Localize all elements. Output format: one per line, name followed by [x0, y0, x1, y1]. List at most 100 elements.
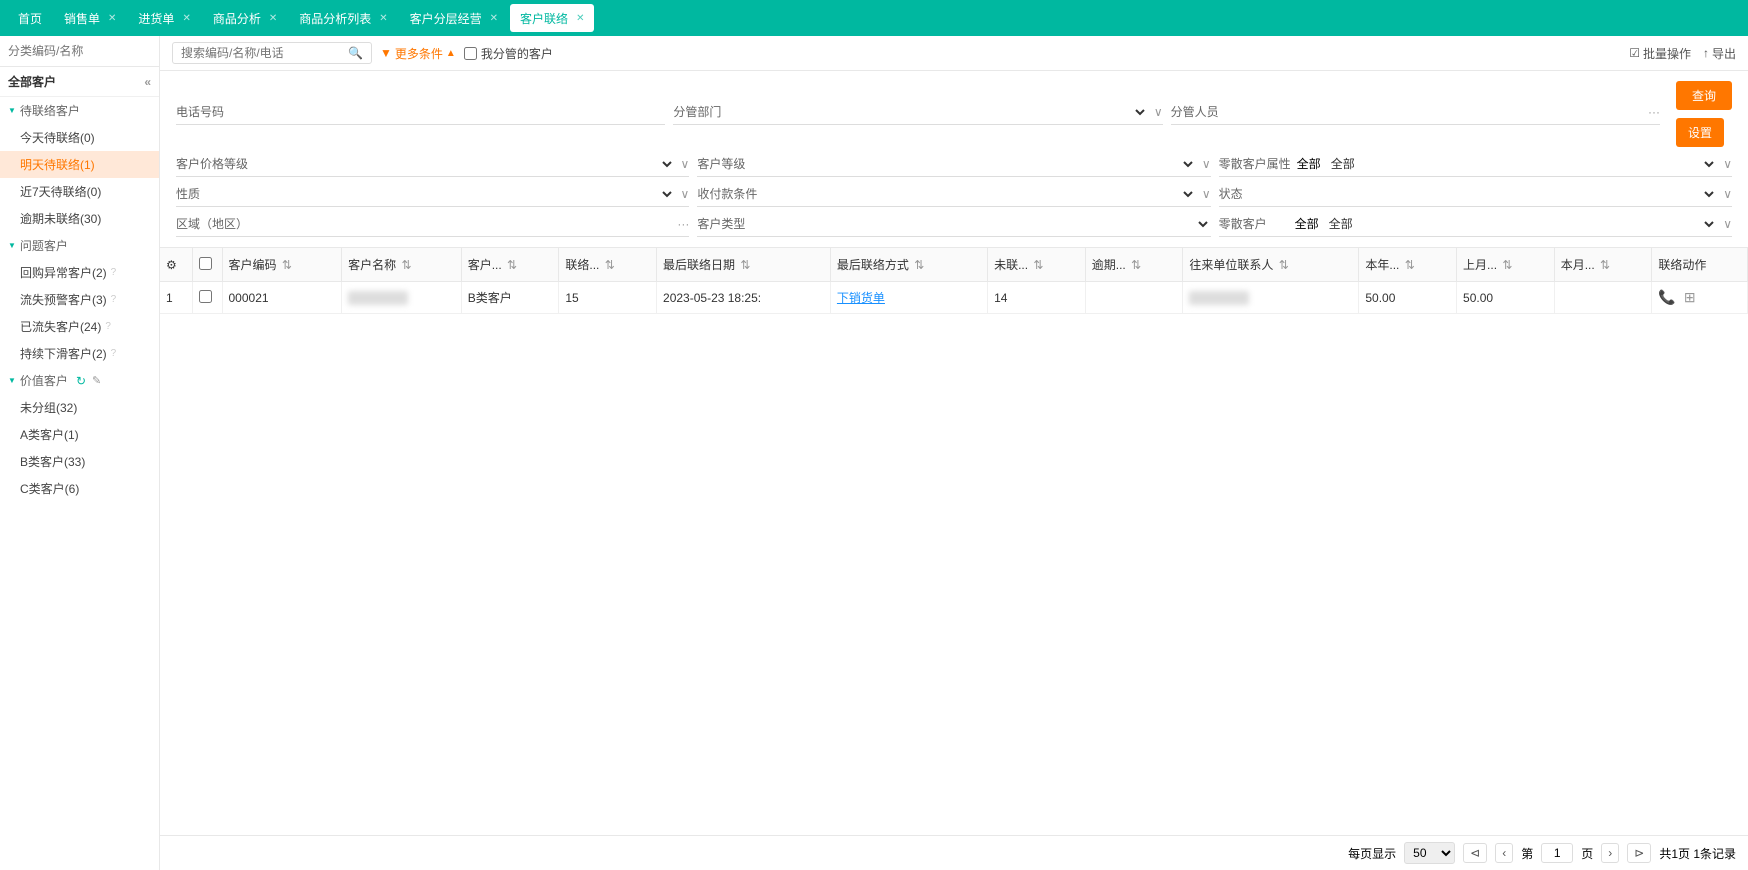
- filter-status-label: 状态: [1219, 185, 1289, 202]
- sidebar-item-ungrouped[interactable]: 未分组(32): [0, 394, 159, 421]
- dots-icon-1[interactable]: ···: [1648, 105, 1660, 119]
- my-customers-checkbox[interactable]: [464, 47, 477, 60]
- filter-dept-select[interactable]: [749, 104, 1148, 120]
- th-last-contact-method[interactable]: 最后联络方式 ⇅: [830, 248, 987, 282]
- th-last-contact-date[interactable]: 最后联络日期 ⇅: [657, 248, 831, 282]
- sidebar-item-tomorrow[interactable]: 明天待联络(1): [0, 151, 159, 178]
- sidebar-item-churn-warning[interactable]: 流失预警客户(3) ?: [0, 286, 159, 313]
- sidebar-item-tomorrow-label: 明天待联络(1): [20, 156, 95, 173]
- sidebar-item-ungrouped-label: 未分组(32): [20, 399, 77, 416]
- nav-product-analysis-list-close[interactable]: ✕: [379, 13, 387, 24]
- grid-icon[interactable]: ⊞: [1684, 289, 1696, 306]
- dots-icon-2[interactable]: ···: [677, 217, 689, 231]
- th-last-month[interactable]: 上月... ⇅: [1457, 248, 1555, 282]
- sidebar-item-churned[interactable]: 已流失客户(24) ?: [0, 313, 159, 340]
- value-refresh-icon[interactable]: ↻: [76, 374, 86, 388]
- nav-purchase[interactable]: 进货单 ✕: [128, 4, 200, 32]
- sidebar: 🔍 全部客户 « ▼ 待联络客户 今天待联络(0) 明天待联络(1) 近7天待联…: [0, 36, 160, 870]
- page-number-input[interactable]: [1541, 843, 1573, 863]
- th-name[interactable]: 客户名称 ⇅: [342, 248, 462, 282]
- chevron-up-icon: ▲: [446, 48, 456, 59]
- nav-customer-contact-close[interactable]: ✕: [576, 13, 584, 24]
- filter-price-level-select[interactable]: [254, 156, 675, 172]
- filter-phone-input[interactable]: [252, 105, 665, 119]
- filter-nature-select[interactable]: [252, 186, 675, 202]
- export-btn[interactable]: ↑ 导出: [1703, 45, 1736, 62]
- filter-retail-customer-value: 全部: [1295, 215, 1319, 232]
- nav-customer-tier[interactable]: 客户分层经营 ✕: [400, 4, 508, 32]
- top-nav: 首页 销售单 ✕ 进货单 ✕ 商品分析 ✕ 商品分析列表 ✕ 客户分层经营 ✕ …: [0, 0, 1748, 36]
- nav-sales[interactable]: 销售单 ✕: [54, 4, 126, 32]
- nav-purchase-label: 进货单: [138, 10, 174, 27]
- filter-retail-customer-select[interactable]: 全部: [1325, 216, 1718, 232]
- help-icon-3[interactable]: ?: [105, 321, 111, 332]
- table-container: ⚙ 客户编码 ⇅ 客户名称 ⇅ 客户... ⇅ 联络... ⇅ 最后联络日期 ⇅…: [160, 248, 1748, 835]
- nav-home[interactable]: 首页: [8, 4, 52, 32]
- help-icon-4[interactable]: ?: [111, 348, 117, 359]
- first-page-btn[interactable]: ⊲: [1463, 843, 1487, 863]
- nav-product-analysis[interactable]: 商品分析 ✕: [203, 4, 287, 32]
- th-code[interactable]: 客户编码 ⇅: [222, 248, 342, 282]
- toolbar-search-icon[interactable]: 🔍: [348, 46, 363, 60]
- value-edit-icon[interactable]: ✎: [92, 374, 101, 387]
- help-icon-1[interactable]: ?: [111, 267, 117, 278]
- filter-btn-label: 更多条件: [395, 45, 443, 62]
- batch-operation-btn[interactable]: ☑ 批量操作: [1629, 45, 1691, 62]
- th-this-month[interactable]: 本月... ⇅: [1554, 248, 1652, 282]
- nav-customer-tier-close[interactable]: ✕: [490, 13, 498, 24]
- filter-status-select[interactable]: [1295, 186, 1718, 202]
- sidebar-item-c-class[interactable]: C类客户(6): [0, 475, 159, 502]
- th-customer-type[interactable]: 客户... ⇅: [461, 248, 559, 282]
- nav-customer-contact[interactable]: 客户联络 ✕: [510, 4, 594, 32]
- th-this-year[interactable]: 本年... ⇅: [1359, 248, 1457, 282]
- filter-phone-label: 电话号码: [176, 103, 246, 120]
- filter-actions: 查询 设置: [1676, 81, 1732, 147]
- sidebar-item-today[interactable]: 今天待联络(0): [0, 124, 159, 151]
- call-icon[interactable]: 📞: [1658, 289, 1675, 306]
- th-overdue[interactable]: 逾期... ⇅: [1085, 248, 1183, 282]
- sort-name-icon: ⇅: [401, 258, 411, 272]
- collapse-icon[interactable]: «: [144, 75, 151, 89]
- query-btn[interactable]: 查询: [1676, 81, 1732, 110]
- help-icon-2[interactable]: ?: [111, 294, 117, 305]
- filter-person-input[interactable]: [1247, 105, 1642, 119]
- nav-purchase-close[interactable]: ✕: [182, 13, 190, 24]
- toolbar-search-input[interactable]: [181, 46, 344, 60]
- sidebar-search-input[interactable]: [8, 44, 160, 58]
- sidebar-item-7days[interactable]: 近7天待联络(0): [0, 178, 159, 205]
- prev-page-btn[interactable]: ‹: [1495, 843, 1513, 863]
- last-page-btn[interactable]: ⊳: [1627, 843, 1651, 863]
- filter-payment: 收付款条件 ∨: [697, 185, 1210, 207]
- filter-customer-type-select[interactable]: [773, 216, 1210, 232]
- sidebar-item-b-class[interactable]: B类客户(33): [0, 448, 159, 475]
- filter-more-btn[interactable]: ▼ 更多条件 ▲: [380, 45, 456, 62]
- contact-method-link[interactable]: 下销货单: [837, 291, 885, 305]
- filter-icon: ▼: [380, 46, 392, 60]
- sidebar-item-declining[interactable]: 持续下滑客户(2) ?: [0, 340, 159, 367]
- sidebar-item-a-class[interactable]: A类客户(1): [0, 421, 159, 448]
- per-page-label: 每页显示: [1348, 845, 1396, 862]
- th-contact-count[interactable]: 联络... ⇅: [559, 248, 657, 282]
- filter-customer-level-select[interactable]: [773, 156, 1196, 172]
- row-checkbox[interactable]: [199, 290, 212, 303]
- th-uncontact[interactable]: 未联... ⇅: [988, 248, 1086, 282]
- per-page-select[interactable]: 50 100 200: [1404, 842, 1455, 864]
- td-action: 📞 ⊞: [1652, 282, 1748, 314]
- sidebar-item-repurchase-abnormal[interactable]: 回购异常客户(2) ?: [0, 259, 159, 286]
- nav-product-analysis-close[interactable]: ✕: [269, 13, 277, 24]
- next-page-btn[interactable]: ›: [1601, 843, 1619, 863]
- main-layout: 🔍 全部客户 « ▼ 待联络客户 今天待联络(0) 明天待联络(1) 近7天待联…: [0, 36, 1748, 870]
- all-customers-label: 全部客户: [8, 73, 56, 90]
- group-problem-label: 问题客户: [20, 237, 68, 254]
- nav-sales-close[interactable]: ✕: [108, 13, 116, 24]
- setting-btn[interactable]: 设置: [1676, 118, 1724, 147]
- nav-product-analysis-list[interactable]: 商品分析列表 ✕: [289, 4, 397, 32]
- filter-region-input[interactable]: [254, 217, 671, 231]
- filter-retail-attr-select[interactable]: 全部: [1327, 156, 1718, 172]
- export-icon: ↑: [1703, 46, 1709, 60]
- th-contact-person[interactable]: 往来单位联系人 ⇅: [1183, 248, 1359, 282]
- sort-year-icon: ⇅: [1405, 258, 1415, 272]
- select-all-checkbox[interactable]: [199, 257, 212, 270]
- sidebar-item-overdue[interactable]: 逾期未联络(30): [0, 205, 159, 232]
- filter-payment-select[interactable]: [773, 186, 1196, 202]
